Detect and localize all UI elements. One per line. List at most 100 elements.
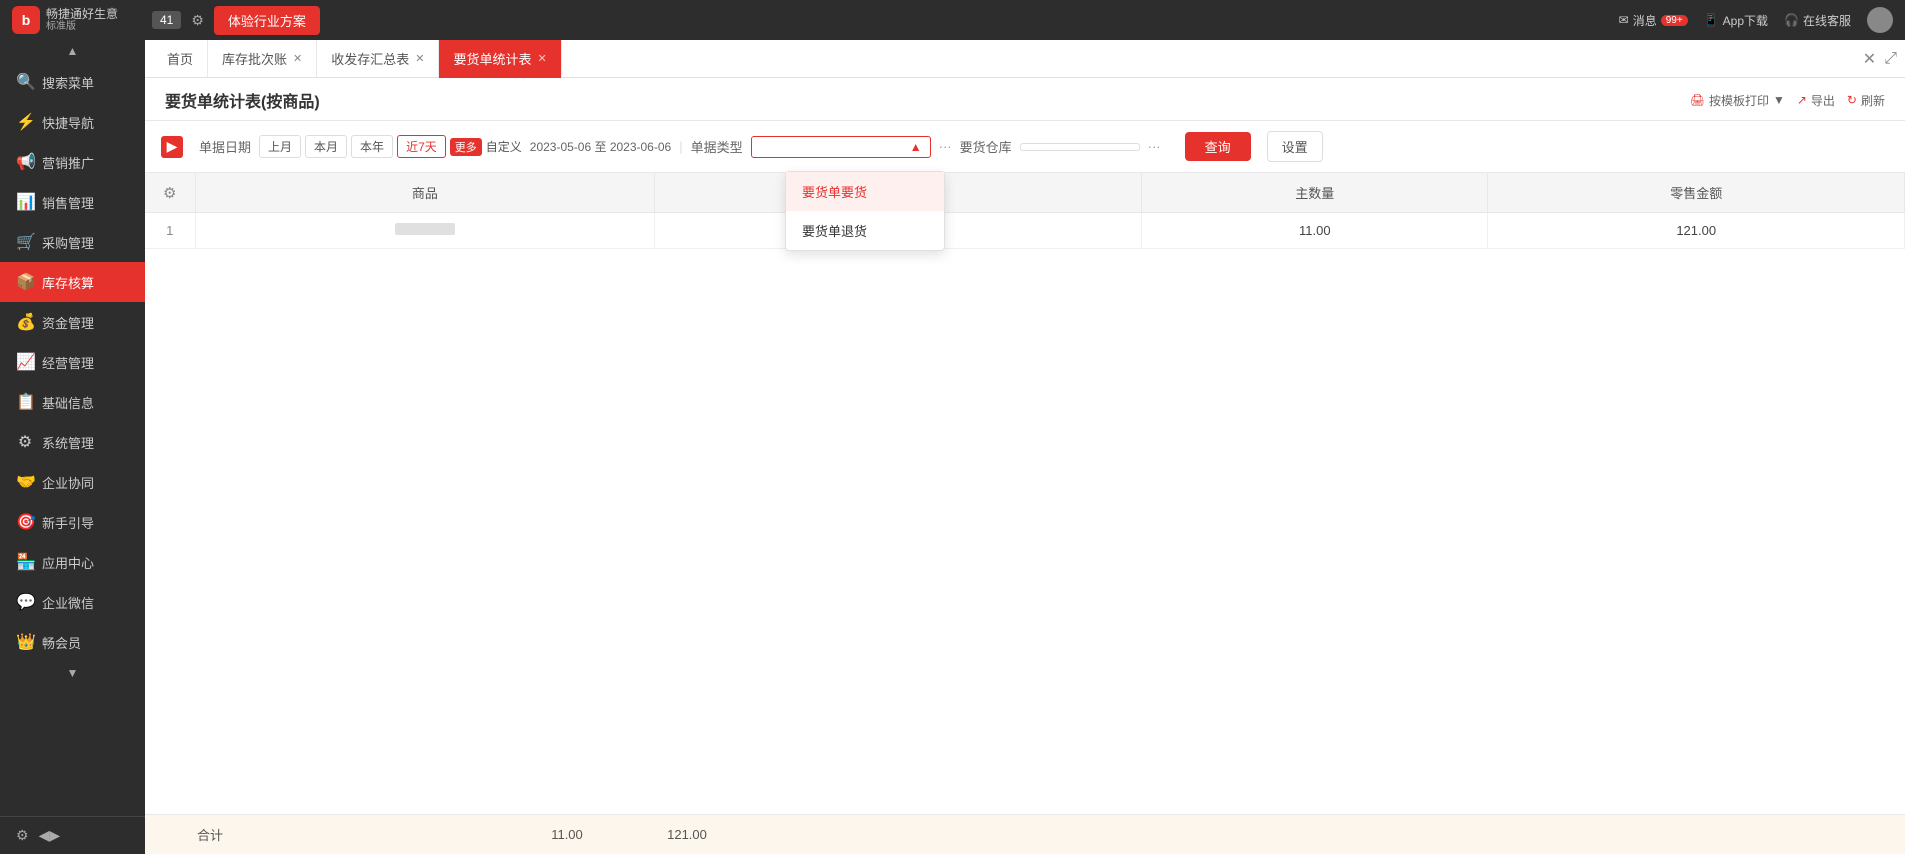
gear-icon[interactable]: ⚙: [191, 12, 204, 29]
app-download-button[interactable]: 📱 App下载: [1704, 12, 1768, 29]
tab-inventory-batch-close[interactable]: ✕: [293, 52, 302, 65]
footer-label: 合计: [157, 825, 507, 844]
sidebar-item-basic-info[interactable]: 📋 基础信息: [0, 382, 145, 422]
col-qty: 主数量: [1142, 173, 1488, 213]
content-area: 首页 库存批次账 ✕ 收发存汇总表 ✕ 要货单统计表 ✕ ✕ ⤢ 要货单统计表(…: [145, 40, 1905, 854]
sidebar-item-system[interactable]: ⚙ 系统管理: [0, 422, 145, 462]
page-actions: 🖨 按模板打印 ▼ ↗ 导出 ↻ 刷新: [1690, 92, 1885, 109]
trial-button[interactable]: 体验行业方案: [214, 6, 320, 35]
setting-button[interactable]: 设置: [1267, 131, 1323, 162]
logo-icon: b: [12, 6, 40, 34]
row-product: [195, 213, 655, 249]
row-amount: 121.00: [1488, 213, 1905, 249]
date-btn-last-month[interactable]: 上月: [259, 135, 301, 158]
filter-expand-button[interactable]: ▶: [161, 136, 183, 158]
date-filter-label: 单据日期: [199, 137, 251, 156]
sidebar-item-search[interactable]: 🔍 搜索菜单: [0, 62, 145, 102]
type-filter-select[interactable]: ▲: [751, 136, 931, 158]
table-gear-icon[interactable]: ⚙: [163, 185, 176, 202]
export-button[interactable]: ↗ 导出: [1797, 92, 1835, 109]
sidebar-scroll-down[interactable]: ▼: [0, 662, 145, 684]
membership-icon: 👑: [16, 632, 34, 652]
top-header: b 畅捷通好生意 标准版 41 ⚙ 体验行业方案 ✉ 消息 99+ 📱 App下…: [0, 0, 1905, 40]
date-custom-btn[interactable]: 自定义: [486, 138, 522, 155]
date-btn-this-year[interactable]: 本年: [351, 135, 393, 158]
refresh-button[interactable]: ↻ 刷新: [1847, 92, 1885, 109]
date-btn-7days[interactable]: 近7天: [397, 135, 446, 158]
sidebar-item-label: 搜索菜单: [42, 73, 94, 92]
tabs-close-all-icon[interactable]: ✕: [1863, 49, 1876, 69]
tab-inventory-batch-label: 库存批次账: [222, 49, 287, 68]
message-icon: ✉: [1619, 13, 1629, 27]
sidebar-item-sales[interactable]: 📊 销售管理: [0, 182, 145, 222]
warehouse-filter-dots[interactable]: ···: [1148, 139, 1161, 154]
sidebar-scroll-up[interactable]: ▲: [0, 40, 145, 62]
filter-area: ▶ 单据日期 上月 本月 本年 近7天 更多 自定义 2023-05-06 至 …: [145, 121, 1905, 173]
sidebar-item-label: 营销推广: [42, 153, 94, 172]
table-footer: 合计 11.00 121.00: [145, 814, 1905, 854]
date-btn-this-month[interactable]: 本月: [305, 135, 347, 158]
query-button[interactable]: 查询: [1185, 132, 1251, 161]
dropdown-item-order-return[interactable]: 要货单退货: [786, 211, 944, 250]
sidebar-item-operations[interactable]: 📈 经营管理: [0, 342, 145, 382]
logo-text: 畅捷通好生意 标准版: [46, 7, 118, 33]
tab-home[interactable]: 首页: [153, 40, 208, 78]
quick-nav-icon: ⚡: [16, 112, 34, 132]
msg-badge: 99+: [1661, 15, 1688, 26]
app-label: App下载: [1723, 12, 1768, 29]
service-label: 在线客服: [1803, 12, 1851, 29]
sidebar-item-inventory[interactable]: 📦 库存核算: [0, 262, 145, 302]
wechat-icon: 💬: [16, 592, 34, 612]
settings-icon[interactable]: ⚙: [16, 827, 29, 844]
tab-receipt-summary[interactable]: 收发存汇总表 ✕: [317, 40, 439, 78]
sidebar-item-finance[interactable]: 💰 资金管理: [0, 302, 145, 342]
tab-order-stats[interactable]: 要货单统计表 ✕: [439, 40, 561, 78]
type-filter-label: 单据类型: [691, 137, 743, 156]
sidebar-item-label: 畅会员: [42, 633, 81, 652]
date-more-badge[interactable]: 更多: [450, 138, 482, 156]
sidebar-item-label: 应用中心: [42, 553, 94, 572]
row-qty: 11.00: [1142, 213, 1488, 249]
export-label: 导出: [1811, 92, 1835, 109]
warehouse-filter-select[interactable]: [1020, 143, 1140, 151]
tabs-bar: 首页 库存批次账 ✕ 收发存汇总表 ✕ 要货单统计表 ✕ ✕ ⤢: [145, 40, 1905, 78]
tabs-expand-icon[interactable]: ⤢: [1884, 50, 1897, 68]
col-gear[interactable]: ⚙: [145, 173, 195, 213]
row-num: 1: [145, 213, 195, 249]
sidebar-item-guide[interactable]: 🎯 新手引导: [0, 502, 145, 542]
tab-receipt-summary-close[interactable]: ✕: [415, 52, 424, 65]
avatar[interactable]: [1867, 7, 1893, 33]
sidebar-item-cooperation[interactable]: 🤝 企业协同: [0, 462, 145, 502]
sidebar-item-membership[interactable]: 👑 畅会员: [0, 622, 145, 662]
sidebar-item-app-center[interactable]: 🏪 应用中心: [0, 542, 145, 582]
tab-inventory-batch[interactable]: 库存批次账 ✕: [208, 40, 317, 78]
filter-more-dots[interactable]: ···: [939, 139, 952, 154]
refresh-icon: ↻: [1847, 93, 1857, 107]
type-dropdown-menu: 要货单要货 要货单退货: [785, 171, 945, 251]
messages-button[interactable]: ✉ 消息 99+: [1619, 12, 1688, 29]
sidebar-item-marketing[interactable]: 📢 营销推广: [0, 142, 145, 182]
guide-icon: 🎯: [16, 512, 34, 532]
sidebar-item-quick-nav[interactable]: ⚡ 快捷导航: [0, 102, 145, 142]
sidebar-bottom: ⚙ ◀▶: [0, 816, 145, 854]
print-label: 按模板打印: [1709, 92, 1769, 109]
date-filter: 上月 本月 本年 近7天 更多 自定义: [259, 135, 522, 158]
sales-icon: 📊: [16, 192, 34, 212]
product-placeholder: [395, 223, 455, 235]
collapse-icon[interactable]: ◀▶: [39, 827, 61, 844]
date-range: 2023-05-06 至 2023-06-06: [530, 138, 671, 155]
sidebar-item-label: 资金管理: [42, 313, 94, 332]
print-arrow: ▼: [1773, 93, 1785, 107]
tab-order-stats-close[interactable]: ✕: [538, 52, 547, 65]
dropdown-item-order-goods[interactable]: 要货单要货: [786, 172, 944, 211]
finance-icon: 💰: [16, 312, 34, 332]
sidebar-item-purchase[interactable]: 🛒 采购管理: [0, 222, 145, 262]
sidebar-item-wechat[interactable]: 💬 企业微信: [0, 582, 145, 622]
filter-divider: |: [679, 139, 682, 154]
sidebar-item-label: 采购管理: [42, 233, 94, 252]
print-button[interactable]: 🖨 按模板打印 ▼: [1690, 92, 1785, 109]
sidebar: ▲ 🔍 搜索菜单 ⚡ 快捷导航 📢 营销推广 📊 销售管理 🛒 采购管理 📦 库…: [0, 40, 145, 854]
customer-service-button[interactable]: 🎧 在线客服: [1784, 12, 1851, 29]
warehouse-filter-label: 要货仓库: [960, 137, 1012, 156]
tab-order-stats-label: 要货单统计表: [453, 49, 531, 68]
